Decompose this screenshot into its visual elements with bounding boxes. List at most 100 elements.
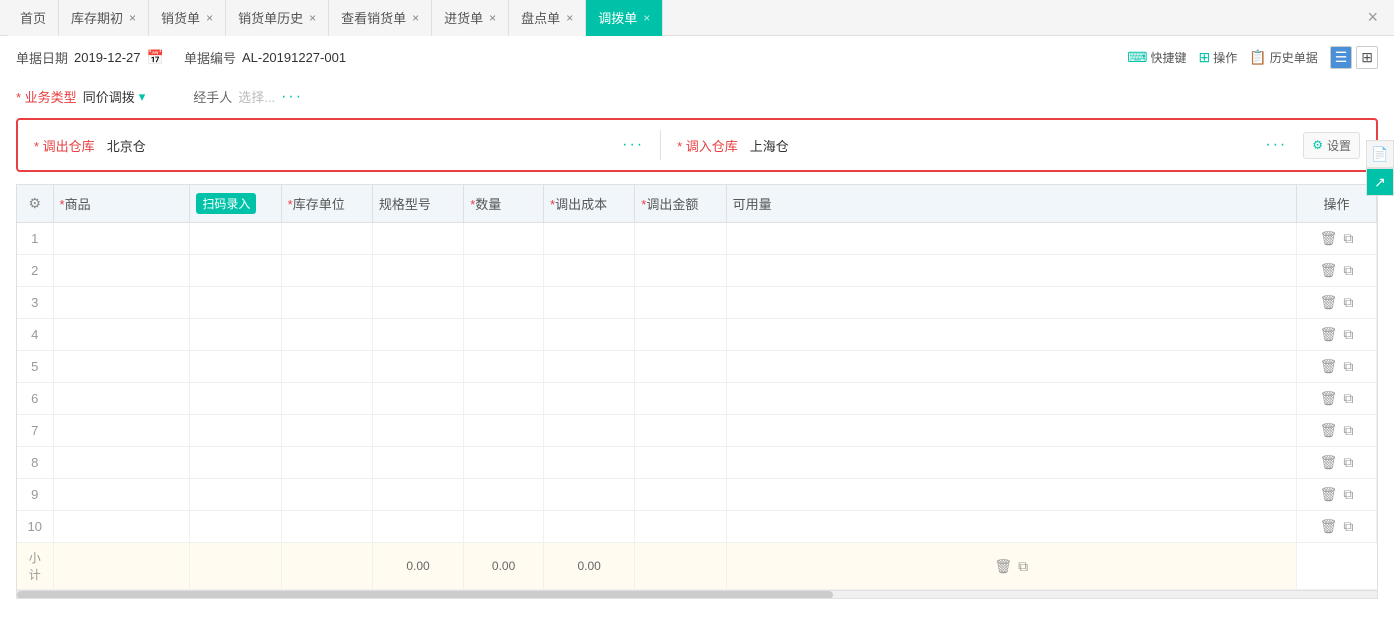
cell-goods[interactable] [53,351,190,383]
row-delete-icon[interactable]: 🗑 [1320,422,1338,439]
col-scan: 扫码录入 [190,185,281,223]
cell-goods[interactable] [53,383,190,415]
row-delete-icon[interactable]: 🗑 [1320,230,1338,247]
warehouse-out-value[interactable]: 北京仓 [107,136,146,155]
handler-select[interactable]: 选择... [238,87,275,106]
table-row: 小计 0.00 0.00 0.00 🗑 ⧉ [17,543,1377,590]
operate-button[interactable]: ⊞ 操作 [1199,49,1238,66]
shortcut-button[interactable]: ⌨ 快捷键 [1127,49,1186,66]
biz-type-select[interactable]: 同价调拨 ▾ [83,87,146,106]
side-tool-export[interactable]: ↗ [1366,168,1394,196]
row-copy-icon[interactable]: ⧉ [1343,358,1353,375]
warehouse-out-dots-icon[interactable]: ··· [622,136,644,154]
tab-close-stocktake[interactable]: × [566,11,573,25]
warehouse-in-value[interactable]: 上海仓 [750,136,789,155]
cell-goods[interactable] [53,319,190,351]
calendar-icon[interactable]: 📅 [147,49,164,66]
operate-icon: ⊞ [1199,49,1211,66]
layout-list-button[interactable]: ☰ [1330,46,1353,69]
row-num: 7 [17,415,53,447]
table-row: 5 🗑 ⧉ [17,351,1377,383]
col-gear[interactable]: ⚙ [17,185,53,223]
cell-goods[interactable] [53,511,190,543]
tab-close-sales-history[interactable]: × [309,11,316,25]
scan-button[interactable]: 扫码录入 [196,193,256,214]
shortcut-icon: ⌨ [1127,49,1147,66]
row-num: 9 [17,479,53,511]
warehouse-divider [660,130,661,160]
side-tools: 📄 ↗ [1366,140,1394,196]
doc-no-field: 单据编号 AL-20191227-001 [184,48,346,67]
tab-close-transfer[interactable]: × [643,11,650,25]
scroll-thumb[interactable] [17,591,833,599]
doc-date-value: 2019-12-27 [74,50,141,65]
tab-view-sales[interactable]: 查看销货单 × [329,0,432,36]
tab-sales-history[interactable]: 销货单历史 × [226,0,329,36]
row-delete-icon[interactable]: 🗑 [1320,294,1338,311]
doc-no-value: AL-20191227-001 [242,50,346,65]
settings-gear-icon: ⚙ [1312,138,1323,152]
row-copy-icon[interactable]: ⧉ [1343,294,1353,311]
table-row: 2 🗑 ⧉ [17,255,1377,287]
row-copy-icon[interactable]: ⧉ [1343,518,1353,535]
tab-sales-order[interactable]: 销货单 × [149,0,226,36]
row-delete-icon[interactable]: 🗑 [1320,358,1338,375]
tab-close-inventory-init[interactable]: × [129,11,136,25]
form-row-biz: * 业务类型 同价调拨 ▾ 经手人 选择... ··· [16,87,1378,106]
tab-home[interactable]: 首页 [8,0,59,36]
doc-header: 单据日期 2019-12-27 📅 单据编号 AL-20191227-001 ⌨… [0,36,1394,69]
warehouse-in-section: * 调入仓库 上海仓 ··· [677,136,1287,155]
row-delete-icon[interactable]: 🗑 [1320,518,1338,535]
table-gear-icon[interactable]: ⚙ [28,195,41,211]
warehouse-out-section: * 调出仓库 北京仓 ··· [34,136,644,155]
row-copy-icon[interactable]: ⧉ [1343,454,1353,471]
cell-goods[interactable] [53,447,190,479]
row-delete-icon[interactable]: 🗑 [1320,486,1338,503]
subtotal-label: 小计 [17,543,53,590]
settings-label: 设置 [1327,137,1351,154]
handler-dots-icon[interactable]: ··· [281,88,303,106]
row-copy-icon[interactable]: ⧉ [1343,230,1353,247]
row-copy-icon[interactable]: ⧉ [1343,326,1353,343]
main-content: * 业务类型 同价调拨 ▾ 经手人 选择... ··· * 调出仓库 北京仓 ·… [0,75,1394,611]
row-copy-icon[interactable]: ⧉ [1343,390,1353,407]
cell-goods[interactable] [53,223,190,255]
table-row: 1 🗑 ⧉ [17,223,1377,255]
table-row: 10 🗑 ⧉ [17,511,1377,543]
cell-goods[interactable] [53,287,190,319]
history-button[interactable]: 📋 历史单据 [1249,49,1317,66]
handler-field: 经手人 选择... ··· [193,87,303,106]
row-delete-icon[interactable]: 🗑 [1320,390,1338,407]
row-num: 8 [17,447,53,479]
tab-purchase[interactable]: 进货单 × [432,0,509,36]
row-delete-icon[interactable]: 🗑 [1320,262,1338,279]
tab-transfer[interactable]: 调拨单 × [586,0,663,36]
row-num: 5 [17,351,53,383]
settings-button[interactable]: ⚙ 设置 [1303,132,1360,159]
row-copy-icon[interactable]: ⧉ [1343,422,1353,439]
tab-stocktake[interactable]: 盘点单 × [509,0,586,36]
cell-goods[interactable] [53,255,190,287]
cell-goods[interactable] [53,415,190,447]
row-copy-icon[interactable]: ⧉ [1343,262,1353,279]
layout-grid-button[interactable]: ⊞ [1356,46,1378,69]
tab-bar-close-button[interactable]: × [1359,7,1386,28]
row-delete-icon[interactable]: 🗑 [994,558,1012,575]
layout-list-icon: ☰ [1335,49,1348,66]
tab-close-sales-order[interactable]: × [206,11,213,25]
biz-type-label: * 业务类型 [16,87,77,106]
tab-close-view-sales[interactable]: × [412,11,419,25]
row-delete-icon[interactable]: 🗑 [1320,326,1338,343]
tab-inventory-init[interactable]: 库存期初 × [59,0,149,36]
row-copy-icon[interactable]: ⧉ [1018,558,1028,575]
biz-type-field: * 业务类型 同价调拨 ▾ [16,87,145,106]
row-delete-icon[interactable]: 🗑 [1320,454,1338,471]
row-copy-icon[interactable]: ⧉ [1343,486,1353,503]
cell-goods[interactable] [53,479,190,511]
table-header-row: ⚙ *商品 扫码录入 *库存单位 规格型号 *数量 [17,185,1377,223]
tab-close-purchase[interactable]: × [489,11,496,25]
side-tool-doc[interactable]: 📄 [1366,140,1394,168]
warehouse-in-dots-icon[interactable]: ··· [1265,136,1287,154]
horizontal-scrollbar[interactable] [17,590,1377,598]
handler-label: 经手人 [193,87,232,106]
